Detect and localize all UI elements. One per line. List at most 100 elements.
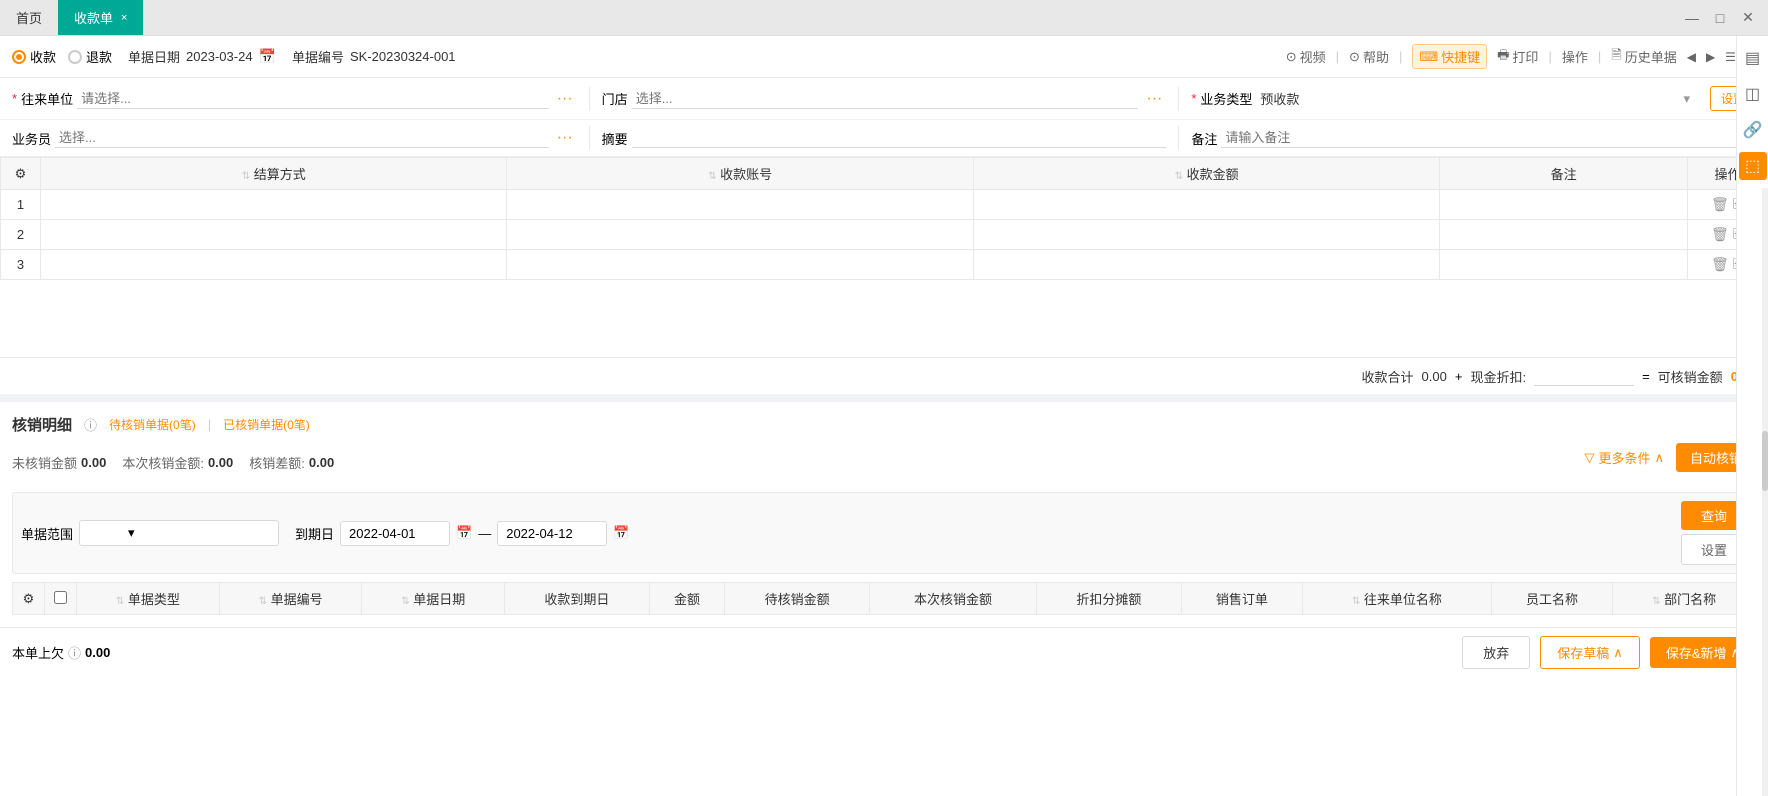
main-content: 收款 退款 单据日期 2023-03-24 📅 单据编号 SK-20230324… — [0, 36, 1768, 796]
calendar-icon[interactable]: 📅 — [259, 48, 276, 65]
partner-label: 往来单位 — [21, 89, 73, 108]
date-from-input[interactable] — [340, 521, 450, 546]
row-3-settlement[interactable] — [41, 250, 507, 280]
bth-checkbox[interactable] — [45, 583, 77, 615]
verify-info-icon[interactable]: ⓘ — [84, 415, 97, 434]
row-1-settlement[interactable] — [41, 190, 507, 220]
duedate-label: 到期日 — [295, 524, 334, 543]
row-3-delete-icon[interactable]: 🗑 — [1711, 256, 1729, 273]
nav-next-button[interactable]: ▶ — [1706, 50, 1715, 64]
nav-prev-button[interactable]: ◀ — [1687, 50, 1696, 64]
row-1-account[interactable] — [507, 190, 973, 220]
form-row-1: * 往来单位 ··· 门店 ··· * 业务类型 预收款 ▾ 设置 — [0, 78, 1768, 120]
row-1-id: 1 — [1, 190, 41, 220]
bth-billno: ⇅ 单据编号 — [219, 583, 362, 615]
remark-input[interactable] — [1221, 128, 1756, 148]
sidebar-icon-2[interactable]: ◫ — [1739, 80, 1767, 108]
stat-unverified-label: 未核销金额 — [12, 453, 77, 472]
radio-tuikuan[interactable]: 退款 — [68, 47, 112, 66]
tab-home[interactable]: 首页 — [0, 0, 58, 35]
more-conditions-button[interactable]: ▽ 更多条件 ∧ — [1584, 448, 1664, 467]
abandon-button[interactable]: 放弃 — [1462, 636, 1530, 669]
row-3-amount[interactable] — [973, 250, 1439, 280]
list-view-button[interactable]: ☰ — [1725, 50, 1736, 64]
row-2-account[interactable] — [507, 220, 973, 250]
sum-total-label: 收款合计 — [1362, 367, 1414, 386]
save-draft-button[interactable]: 保存草稿 ∧ — [1540, 636, 1640, 669]
close-button[interactable]: ✕ — [1736, 6, 1760, 30]
bth-pending: 待核销金额 — [725, 583, 869, 615]
tab-pending[interactable]: 待核销单据(0笔) — [109, 416, 196, 433]
date-to-input[interactable] — [497, 521, 607, 546]
range-label: 单据范围 — [21, 524, 73, 543]
sidebar-icon-3[interactable]: 🔗 — [1739, 116, 1767, 144]
date-field: 单据日期 2023-03-24 📅 — [128, 47, 276, 66]
row-3-remark[interactable] — [1440, 250, 1688, 280]
sep4: | — [1598, 49, 1601, 64]
biztype-label: 业务类型 — [1200, 89, 1252, 108]
store-more-button[interactable]: ··· — [1142, 90, 1166, 108]
video-button[interactable]: ⊙ 视频 — [1286, 47, 1326, 66]
sidebar-icon-4[interactable]: ⬚ — [1739, 152, 1767, 180]
receipt-type-group: 收款 退款 — [12, 47, 112, 66]
row-2-remark[interactable] — [1440, 220, 1688, 250]
footer-limit-label: 本单上欠 — [12, 643, 64, 662]
store-input[interactable] — [632, 89, 1139, 109]
bth-dept: ⇅ 部门名称 — [1613, 583, 1756, 615]
footer-info: 本单上欠 ⓘ 0.00 — [12, 643, 110, 662]
salesman-input[interactable] — [55, 128, 549, 148]
sum-discount-label: 现金折扣: — [1470, 367, 1526, 386]
radio-shoukuan[interactable]: 收款 — [12, 47, 56, 66]
sep3: | — [1548, 49, 1551, 64]
billno-field: 单据编号 SK-20230324-001 — [292, 47, 456, 66]
sum-discount-input[interactable] — [1534, 366, 1634, 386]
row-2-amount[interactable] — [973, 220, 1439, 250]
tab-close-icon[interactable]: × — [121, 12, 127, 24]
row-1-amount[interactable] — [973, 190, 1439, 220]
salesman-more-button[interactable]: ··· — [553, 129, 577, 147]
summary-input[interactable] — [632, 128, 1167, 148]
footer-info-icon[interactable]: ⓘ — [68, 643, 81, 662]
divider1 — [589, 87, 590, 111]
maximize-button[interactable]: □ — [1708, 6, 1732, 30]
shortcut-button[interactable]: ⌨ 快捷键 — [1412, 44, 1487, 69]
stat-diff-value: 0.00 — [309, 455, 334, 470]
tab-done[interactable]: 已核销单据(0笔) — [223, 416, 310, 433]
partner-input[interactable] — [77, 89, 549, 109]
row-2-delete-icon[interactable]: 🗑 — [1711, 226, 1729, 243]
verify-filters: ▽ 更多条件 ∧ 自动核销 — [1584, 443, 1756, 472]
print-button[interactable]: 🖶 打印 — [1497, 46, 1538, 68]
range-select[interactable]: ▾ — [79, 520, 279, 546]
row-1-remark[interactable] — [1440, 190, 1688, 220]
footer: 本单上欠 ⓘ 0.00 放弃 保存草稿 ∧ 保存&新增 ∧ — [0, 627, 1768, 677]
scrollbar-thumb[interactable] — [1762, 431, 1768, 491]
operation-button[interactable]: 操作 — [1562, 47, 1588, 66]
select-all-checkbox[interactable] — [54, 591, 67, 604]
bth-billdate: ⇅ 单据日期 — [362, 583, 505, 615]
help-button[interactable]: ⊙ 帮助 — [1349, 47, 1389, 66]
table-row: 3 🗑 ⎘ — [1, 250, 1768, 280]
row-1-delete-icon[interactable]: 🗑 — [1711, 196, 1729, 213]
row-2-settlement[interactable] — [41, 220, 507, 250]
row-3-account[interactable] — [507, 250, 973, 280]
calendar-to-icon[interactable]: 📅 — [613, 525, 629, 541]
table-row: 1 🗑 ⎘ — [1, 190, 1768, 220]
calendar-from-icon[interactable]: 📅 — [456, 525, 472, 541]
bth-setting[interactable]: ⚙ — [13, 583, 45, 615]
radio-shoukuan-dot — [12, 50, 26, 64]
history-button[interactable]: 🗎 历史单据 — [1611, 46, 1676, 68]
store-field: 门店 ··· — [602, 89, 1167, 109]
sidebar-icon-1[interactable]: ▤ — [1739, 44, 1767, 72]
tab-active[interactable]: 收款单 × — [58, 0, 143, 35]
bth-discount: 折扣分摊额 — [1037, 583, 1181, 615]
minimize-button[interactable]: — — [1680, 6, 1704, 30]
stat-diff: 核销差额: 0.00 — [249, 453, 334, 472]
partner-more-button[interactable]: ··· — [553, 90, 577, 108]
partner-required: * — [12, 91, 17, 106]
th-amount: ⇅ 收款金额 — [973, 158, 1439, 190]
th-setting[interactable]: ⚙ — [1, 158, 41, 190]
date-range-field: 到期日 📅 — 📅 — [295, 521, 629, 546]
section-separator — [0, 394, 1768, 402]
sum-row: 收款合计 0.00 + 现金折扣: = 可核销金额 0.00 — [0, 357, 1768, 394]
biztype-arrow[interactable]: ▾ — [1683, 91, 1690, 107]
